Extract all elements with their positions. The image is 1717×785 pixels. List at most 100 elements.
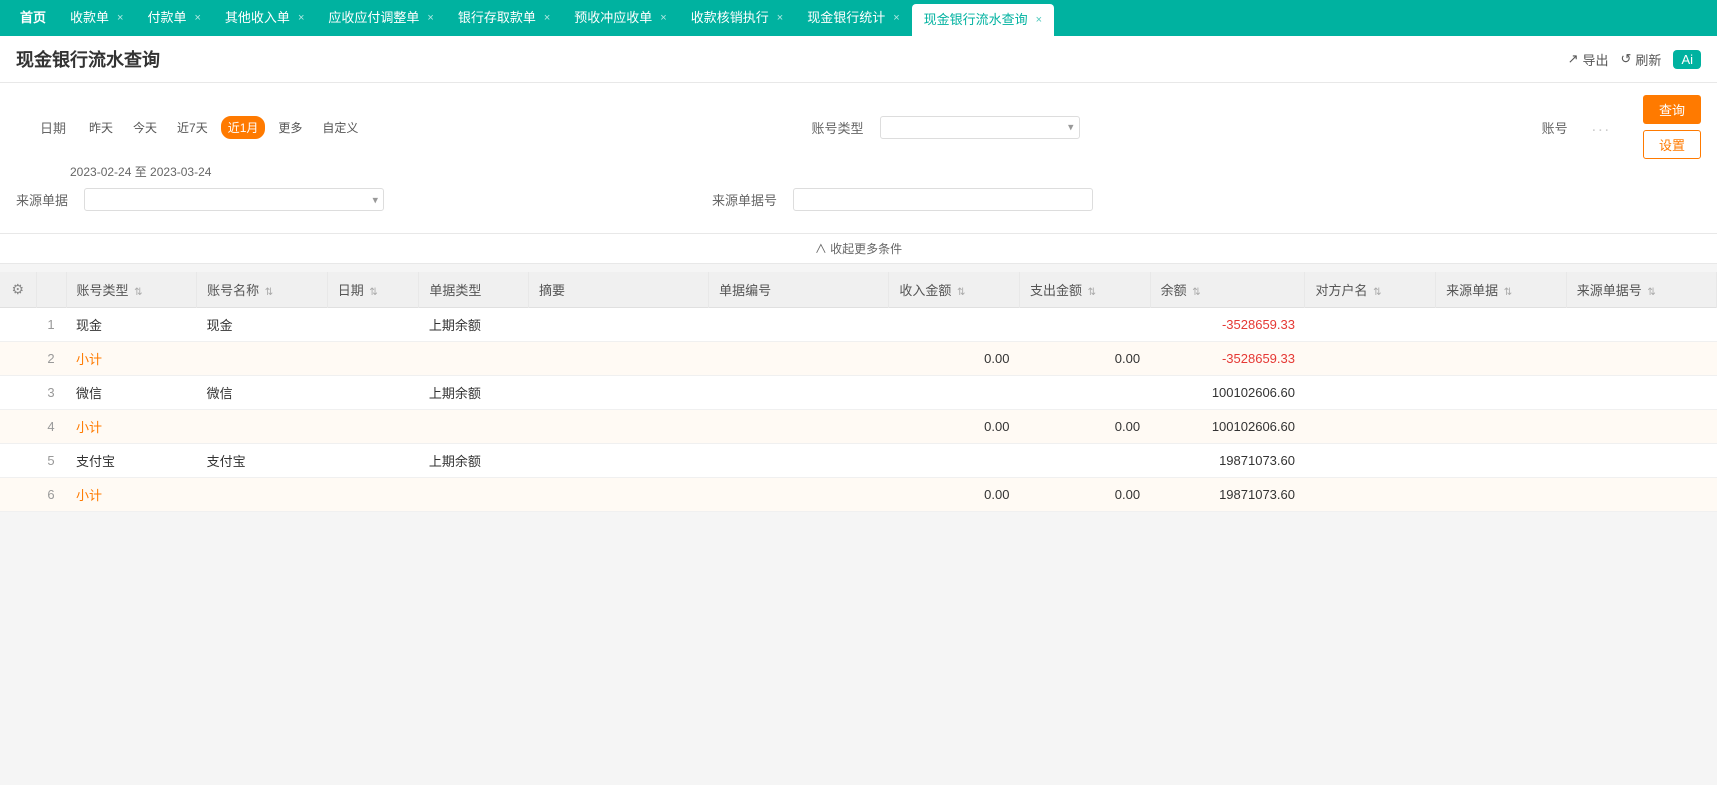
account-type-select[interactable] — [880, 116, 1080, 139]
cell-account-name — [197, 342, 328, 376]
header-actions: ↗ 导出 ↺ 刷新 Ai — [1568, 50, 1701, 69]
col-source-doc[interactable]: 来源单据 ⇅ — [1436, 272, 1567, 308]
cell-expense — [1019, 376, 1150, 410]
cell-summary — [529, 342, 709, 376]
filter-row-2: 来源单据 来源单据号 — [16, 188, 1701, 211]
cell-counterparty — [1305, 478, 1436, 512]
close-bank-flow[interactable]: × — [1036, 4, 1042, 36]
sort-date: ⇅ — [369, 287, 377, 298]
cell-source-doc — [1436, 444, 1567, 478]
cell-counterparty — [1305, 444, 1436, 478]
gear-icon[interactable]: ⚙ — [11, 281, 24, 297]
cell-summary — [529, 410, 709, 444]
data-table-container: ⚙ 账号类型 ⇅ 账号名称 ⇅ 日期 ⇅ 单据类型 摘要 单据编号 收入金额 ⇅… — [0, 272, 1717, 512]
nav-item-advance-offset[interactable]: 预收冲应收单 × — [562, 0, 678, 36]
col-account-type[interactable]: 账号类型 ⇅ — [66, 272, 197, 308]
sort-counterparty: ⇅ — [1373, 287, 1381, 298]
cell-doc-no — [709, 478, 889, 512]
page-header: 现金银行流水查询 ↗ 导出 ↺ 刷新 Ai — [0, 36, 1717, 83]
nav-item-bank-flow[interactable]: 现金银行流水查询 × — [912, 4, 1054, 36]
cell-account-name: 微信 — [197, 376, 328, 410]
account-dots[interactable]: ... — [1592, 118, 1611, 136]
source-doc-select[interactable] — [84, 188, 384, 211]
col-income[interactable]: 收入金额 ⇅ — [889, 272, 1020, 308]
close-writeoff[interactable]: × — [777, 0, 783, 36]
cell-balance: -3528659.33 — [1150, 342, 1305, 376]
col-summary: 摘要 — [529, 272, 709, 308]
cell-income: 0.00 — [889, 410, 1020, 444]
nav-item-home[interactable]: 首页 — [8, 0, 58, 36]
filter-section: 日期 昨天 今天 近7天 近1月 更多 自定义 账号类型 账号 ... — [0, 83, 1717, 264]
cell-account-type: 微信 — [66, 376, 197, 410]
cell-doc-type: 上期余额 — [419, 376, 529, 410]
source-doc-no-input[interactable] — [793, 188, 1093, 211]
col-source-doc-no[interactable]: 来源单据号 ⇅ — [1566, 272, 1716, 308]
cell-settings — [0, 410, 36, 444]
settings-button[interactable]: 设置 — [1643, 130, 1701, 159]
date-7days[interactable]: 近7天 — [170, 116, 215, 139]
close-bank-deposit[interactable]: × — [544, 0, 550, 36]
top-navigation: 首页 收款单 × 付款单 × 其他收入单 × 应收应付调整单 × 银行存取款单 … — [0, 0, 1717, 36]
date-yesterday[interactable]: 昨天 — [82, 116, 120, 139]
col-account-name[interactable]: 账号名称 ⇅ — [197, 272, 328, 308]
cell-source-doc-no — [1566, 342, 1716, 376]
page-title: 现金银行流水查询 — [16, 46, 160, 72]
cell-doc-no — [709, 410, 889, 444]
account-type-label: 账号类型 — [804, 118, 864, 137]
nav-item-bank-deposit[interactable]: 银行存取款单 × — [446, 0, 562, 36]
cell-source-doc-no — [1566, 376, 1716, 410]
date-today[interactable]: 今天 — [126, 116, 164, 139]
nav-item-writeoff[interactable]: 收款核销执行 × — [679, 0, 795, 36]
close-payment[interactable]: × — [194, 0, 200, 36]
date-custom[interactable]: 自定义 — [315, 116, 365, 139]
collapse-label: 收起更多条件 — [830, 242, 902, 256]
cell-balance: 19871073.60 — [1150, 478, 1305, 512]
filter-row-1: 日期 昨天 今天 近7天 近1月 更多 自定义 账号类型 账号 ... — [16, 95, 1701, 159]
cell-doc-type: 上期余额 — [419, 308, 529, 342]
cell-account-type: 支付宝 — [66, 444, 197, 478]
ai-badge[interactable]: Ai — [1673, 50, 1701, 69]
sort-account-type: ⇅ — [134, 287, 142, 298]
cell-expense: 0.00 — [1019, 342, 1150, 376]
export-button[interactable]: ↗ 导出 — [1568, 50, 1609, 69]
cell-summary — [529, 444, 709, 478]
collapse-bar[interactable]: ∧ 收起更多条件 — [0, 234, 1717, 264]
date-1month[interactable]: 近1月 — [221, 116, 266, 139]
cell-account-type: 小计 — [66, 342, 197, 376]
close-receipt[interactable]: × — [117, 0, 123, 36]
cell-doc-no — [709, 342, 889, 376]
col-balance[interactable]: 余额 ⇅ — [1150, 272, 1305, 308]
cell-num: 4 — [36, 410, 66, 444]
cell-source-doc — [1436, 308, 1567, 342]
col-settings[interactable]: ⚙ — [0, 272, 36, 308]
account-type-select-wrapper — [880, 116, 1080, 139]
nav-item-payment[interactable]: 付款单 × — [135, 0, 212, 36]
cell-account-type: 小计 — [66, 478, 197, 512]
query-button[interactable]: 查询 — [1643, 95, 1701, 124]
cell-settings — [0, 342, 36, 376]
col-date[interactable]: 日期 ⇅ — [327, 272, 419, 308]
cell-doc-type — [419, 478, 529, 512]
nav-item-bank-stats[interactable]: 现金银行统计 × — [795, 0, 911, 36]
date-label: 日期 — [16, 118, 66, 137]
col-expense[interactable]: 支出金额 ⇅ — [1019, 272, 1150, 308]
cell-counterparty — [1305, 308, 1436, 342]
date-more[interactable]: 更多 — [271, 116, 309, 139]
source-doc-label: 来源单据 — [16, 190, 68, 209]
close-other-income[interactable]: × — [298, 0, 304, 36]
close-advance-offset[interactable]: × — [660, 0, 666, 36]
cell-doc-type — [419, 410, 529, 444]
close-bank-stats[interactable]: × — [893, 0, 899, 36]
cell-source-doc-no — [1566, 444, 1716, 478]
col-doc-type: 单据类型 — [419, 272, 529, 308]
nav-item-other-income[interactable]: 其他收入单 × — [213, 0, 316, 36]
nav-item-payable-adjust[interactable]: 应收应付调整单 × — [316, 0, 445, 36]
cell-settings — [0, 376, 36, 410]
refresh-icon: ↺ — [1621, 51, 1632, 67]
nav-item-receipt[interactable]: 收款单 × — [58, 0, 135, 36]
close-payable-adjust[interactable]: × — [427, 0, 433, 36]
col-counterparty[interactable]: 对方户名 ⇅ — [1305, 272, 1436, 308]
cell-source-doc-no — [1566, 308, 1716, 342]
cell-balance: -3528659.33 — [1150, 308, 1305, 342]
refresh-button[interactable]: ↺ 刷新 — [1621, 50, 1662, 69]
